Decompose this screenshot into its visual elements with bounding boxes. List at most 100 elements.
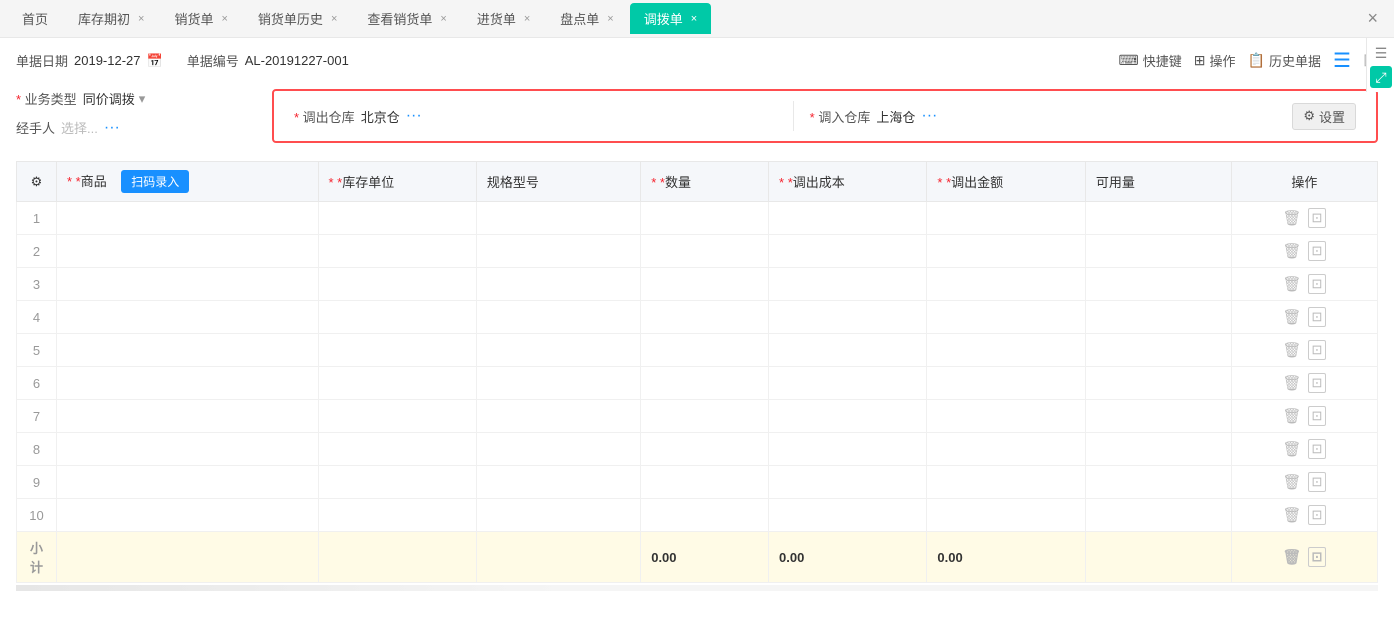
delete-icon-9[interactable]: 🗑 — [1282, 473, 1301, 491]
form-area: 业务类型 同价调拨 ▾ 经手人 选择... ··· 调出仓库 — [0, 77, 1394, 161]
tab-sales-history[interactable]: 销货单历史 × — [244, 3, 351, 34]
tab-view-sales[interactable]: 查看销货单 × — [353, 3, 460, 34]
cell-qty-2[interactable] — [641, 235, 769, 268]
handler-placeholder[interactable]: 选择... — [61, 118, 98, 137]
cell-qty-5[interactable] — [641, 334, 769, 367]
delete-icon-2[interactable]: 🗑 — [1282, 242, 1301, 260]
operation-btn[interactable]: ⊞ 操作 — [1194, 51, 1236, 70]
tab-bar: 首页 库存期初 × 销货单 × 销货单历史 × 查看销货单 × 进货单 × 盘点… — [0, 0, 1394, 38]
settings-btn[interactable]: ⚙ 设置 — [1292, 103, 1356, 130]
cell-product-5[interactable] — [57, 334, 319, 367]
cell-product-3[interactable] — [57, 268, 319, 301]
delete-icon-1[interactable]: 🗑 — [1282, 209, 1301, 227]
cell-cost-2 — [769, 235, 927, 268]
copy-icon-10[interactable]: ⊡ — [1308, 505, 1327, 525]
operation-icon: ⊞ — [1194, 52, 1206, 69]
delete-icon-8[interactable]: 🗑 — [1282, 440, 1301, 458]
cell-qty-7[interactable] — [641, 400, 769, 433]
cell-spec-5 — [476, 334, 640, 367]
row-num-3: 3 — [17, 268, 57, 301]
cell-qty-8[interactable] — [641, 433, 769, 466]
calendar-icon[interactable]: 📅 — [147, 53, 163, 69]
cell-product-4[interactable] — [57, 301, 319, 334]
form-left-section: 业务类型 同价调拨 ▾ 经手人 选择... ··· — [16, 89, 256, 147]
cell-qty-10[interactable] — [641, 499, 769, 532]
sidebar-expand-icon[interactable]: ⤢ — [1370, 66, 1392, 88]
cell-product-9[interactable] — [57, 466, 319, 499]
cell-product-2[interactable] — [57, 235, 319, 268]
tab-purchase-order-close[interactable]: × — [524, 13, 530, 25]
out-warehouse-ellipsis[interactable]: ··· — [406, 107, 422, 125]
cell-cost-1 — [769, 202, 927, 235]
cell-action-5: 🗑 ⊡ — [1231, 334, 1377, 367]
copy-icon-4[interactable]: ⊡ — [1308, 307, 1327, 327]
sidebar-doc-list-icon[interactable]: ☰ — [1370, 42, 1392, 64]
delete-icon-11[interactable]: 🗑 — [1282, 548, 1301, 566]
doc-date-field: 单据日期 2019-12-27 📅 — [16, 51, 163, 70]
cell-qty-9[interactable] — [641, 466, 769, 499]
tab-bar-close-button[interactable]: × — [1359, 8, 1386, 29]
shortcut-btn[interactable]: ⌨ 快捷键 — [1119, 51, 1182, 70]
cell-product-8[interactable] — [57, 433, 319, 466]
scan-btn[interactable]: 扫码录入 — [121, 170, 189, 193]
gear-icon[interactable]: ⚙ — [31, 174, 43, 189]
handler-ellipsis-btn[interactable]: ··· — [104, 119, 120, 137]
tab-inventory-check[interactable]: 盘点单 × — [546, 3, 627, 34]
tab-inventory-init-close[interactable]: × — [138, 13, 144, 25]
copy-icon-1[interactable]: ⊡ — [1308, 208, 1327, 228]
tab-inventory-check-close[interactable]: × — [607, 13, 613, 25]
tab-sales-history-close[interactable]: × — [331, 13, 337, 25]
doc-date-value[interactable]: 2019-12-27 — [74, 53, 141, 68]
history-btn[interactable]: 📋 历史单据 — [1248, 51, 1321, 70]
cell-qty-4[interactable] — [641, 301, 769, 334]
copy-icon-7[interactable]: ⊡ — [1308, 406, 1327, 426]
cell-amount-2 — [927, 235, 1085, 268]
delete-icon-7[interactable]: 🗑 — [1282, 407, 1301, 425]
copy-icon-6[interactable]: ⊡ — [1308, 373, 1327, 393]
delete-icon-3[interactable]: 🗑 — [1282, 275, 1301, 293]
copy-icon-5[interactable]: ⊡ — [1308, 340, 1327, 360]
tab-transfer-order[interactable]: 调拨单 × — [630, 3, 711, 34]
tab-purchase-order[interactable]: 进货单 × — [463, 3, 544, 34]
doc-no-label: 单据编号 — [187, 51, 239, 70]
biz-type-dropdown-arrow[interactable]: ▾ — [139, 91, 146, 107]
cell-product-1[interactable] — [57, 202, 319, 235]
cell-product-6[interactable] — [57, 367, 319, 400]
cell-avail-11 — [1085, 532, 1231, 583]
cell-cost-7 — [769, 400, 927, 433]
cell-amount-4 — [927, 301, 1085, 334]
biz-type-select[interactable]: 同价调拨 ▾ — [83, 89, 146, 108]
delete-icon-10[interactable]: 🗑 — [1282, 506, 1301, 524]
copy-icon-8[interactable]: ⊡ — [1308, 439, 1327, 459]
delete-icon-4[interactable]: 🗑 — [1282, 308, 1301, 326]
cell-qty-3[interactable] — [641, 268, 769, 301]
col-header-product: *商品 扫码录入 — [57, 162, 319, 202]
in-warehouse-label: 调入仓库 — [810, 107, 871, 126]
cell-amount-8 — [927, 433, 1085, 466]
in-warehouse-ellipsis[interactable]: ··· — [921, 107, 937, 125]
delete-icon-6[interactable]: 🗑 — [1282, 374, 1301, 392]
in-warehouse-value[interactable]: 上海仓 — [876, 107, 915, 126]
tab-sales-order[interactable]: 销货单 × — [160, 3, 241, 34]
handler-row: 经手人 选择... ··· — [16, 118, 256, 137]
delete-icon-5[interactable]: 🗑 — [1282, 341, 1301, 359]
copy-icon-11[interactable]: ⊡ — [1308, 547, 1327, 567]
cell-qty-1[interactable] — [641, 202, 769, 235]
cell-qty-6[interactable] — [641, 367, 769, 400]
out-warehouse-value[interactable]: 北京仓 — [361, 107, 400, 126]
tab-view-sales-close[interactable]: × — [440, 13, 446, 25]
scrollbar[interactable] — [16, 585, 1378, 591]
row-num-6: 6 — [17, 367, 57, 400]
cell-product-10[interactable] — [57, 499, 319, 532]
tab-inventory-init[interactable]: 库存期初 × — [64, 3, 158, 34]
copy-icon-3[interactable]: ⊡ — [1308, 274, 1327, 294]
table-row: 9 🗑 ⊡ — [17, 466, 1378, 499]
tab-home[interactable]: 首页 — [8, 3, 62, 34]
copy-icon-2[interactable]: ⊡ — [1308, 241, 1327, 261]
tab-transfer-order-close[interactable]: × — [691, 13, 697, 25]
tab-sales-order-close[interactable]: × — [221, 13, 227, 25]
cell-product-7[interactable] — [57, 400, 319, 433]
copy-icon-9[interactable]: ⊡ — [1308, 472, 1327, 492]
layout-toggle-1[interactable]: ☰ — [1333, 48, 1351, 73]
col-header-gear[interactable]: ⚙ — [17, 162, 57, 202]
